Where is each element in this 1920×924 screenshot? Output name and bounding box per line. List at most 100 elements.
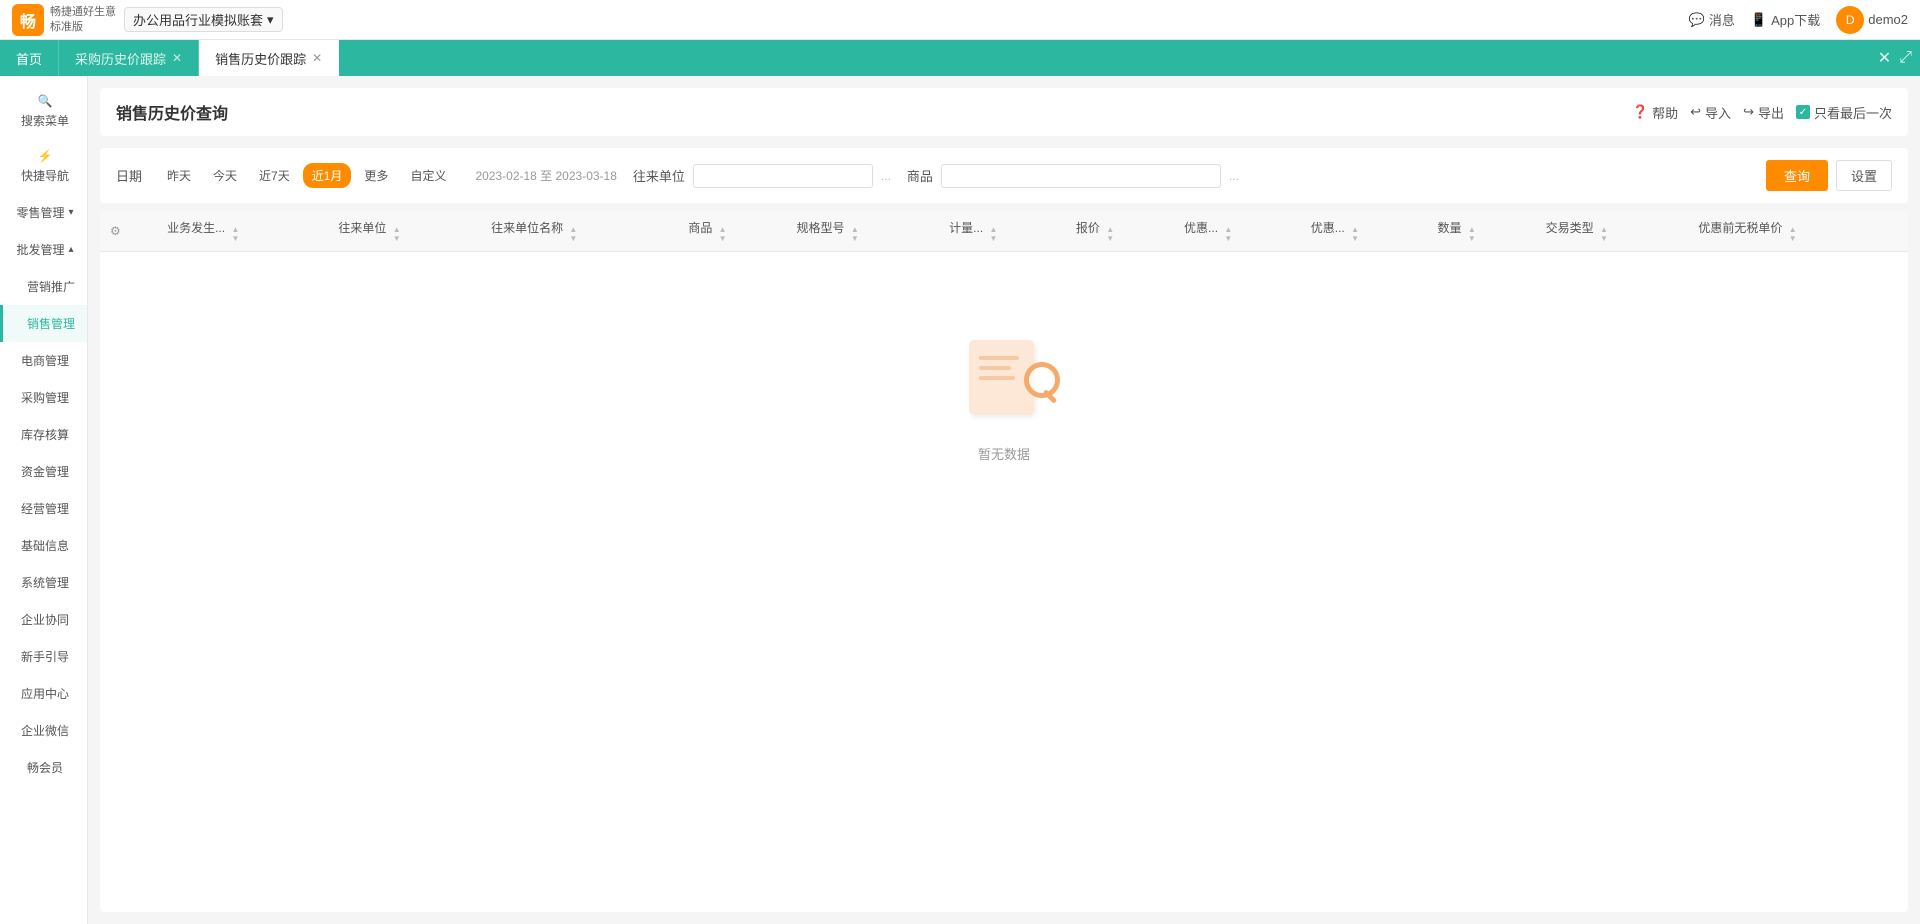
- tab-sales-history[interactable]: 销售历史价跟踪 ✕: [199, 40, 339, 76]
- sort-icon: ▲ ▼: [1789, 226, 1797, 243]
- logo-icon: 畅: [12, 4, 44, 36]
- filter-actions: 查询 设置: [1766, 160, 1892, 191]
- setting-button[interactable]: 设置: [1836, 160, 1892, 191]
- sidebar-item-inventory[interactable]: 库存核算: [0, 416, 87, 453]
- sort-icon: ▲ ▼: [1106, 226, 1114, 243]
- col-spec[interactable]: 规格型号 ▲ ▼: [786, 211, 939, 252]
- partner-filter-input[interactable]: [693, 164, 873, 188]
- col-product[interactable]: 商品 ▲ ▼: [678, 211, 786, 252]
- tab-home[interactable]: 首页: [0, 40, 59, 76]
- sort-icon: ▲ ▼: [231, 226, 239, 243]
- export-button[interactable]: ↪ 导出: [1743, 103, 1784, 122]
- tab-bar: 首页 采购历史价跟踪 ✕ 销售历史价跟踪 ✕ ✕ ⤢: [0, 40, 1920, 76]
- help-icon: ❓: [1632, 104, 1648, 120]
- sidebar-item-sales-mgmt[interactable]: 销售管理: [0, 305, 87, 342]
- filter-btn-yesterday[interactable]: 昨天: [158, 163, 200, 188]
- query-button[interactable]: 查询: [1766, 160, 1828, 191]
- sort-icon: ▲ ▼: [719, 226, 727, 243]
- nav-icon: ⚡: [38, 149, 53, 163]
- table-container: ⚙ 业务发生... ▲ ▼ 往来单位 ▲: [100, 211, 1908, 912]
- date-filter-label: 日期: [116, 166, 142, 185]
- col-gear[interactable]: ⚙: [100, 211, 157, 252]
- help-button[interactable]: ❓ 帮助: [1632, 103, 1678, 122]
- filter-btn-1month[interactable]: 近1月: [303, 163, 352, 188]
- logo-area: 畅 畅捷通好生意 标准版: [12, 4, 116, 36]
- table-header-row: ⚙ 业务发生... ▲ ▼ 往来单位 ▲: [100, 211, 1908, 252]
- message-icon: 💬: [1689, 12, 1705, 28]
- col-quantity[interactable]: 数量 ▲ ▼: [1427, 211, 1535, 252]
- sidebar-item-wholesale-mgmt[interactable]: 批发管理 ▴: [0, 231, 87, 268]
- col-pre-discount-price[interactable]: 优惠前无税单价 ▲ ▼: [1688, 211, 1908, 252]
- sidebar-item-search[interactable]: 🔍 搜索菜单: [0, 84, 87, 139]
- tab-maximize-button[interactable]: ⤢: [1899, 49, 1912, 67]
- page-header: 销售历史价查询 ❓ 帮助 ↩ 导入 ↪ 导出 ✓ 只看最后一次: [100, 88, 1908, 136]
- filter-btn-custom[interactable]: 自定义: [401, 163, 455, 188]
- chevron-down-icon: ▾: [68, 207, 73, 218]
- filter-area: 日期 昨天 今天 近7天 近1月 更多 自定义 2023-02-18 至 202…: [100, 148, 1908, 203]
- empty-text: 暂无数据: [978, 444, 1030, 463]
- sort-icon: ▲ ▼: [851, 226, 859, 243]
- main-layout: 🔍 搜索菜单 ⚡ 快捷导航 零售管理 ▾ 批发管理 ▴ 营销推广 销售管理 电商…: [0, 76, 1920, 924]
- download-icon: 📱: [1751, 12, 1767, 28]
- sort-icon: ▲ ▼: [1351, 226, 1359, 243]
- sort-icon: ▲ ▼: [569, 226, 577, 243]
- user-menu[interactable]: D demo2: [1836, 6, 1908, 34]
- tab-purchase-history[interactable]: 采购历史价跟踪 ✕: [59, 40, 199, 76]
- sidebar-item-app-center[interactable]: 应用中心: [0, 675, 87, 712]
- col-trade-type[interactable]: 交易类型 ▲ ▼: [1536, 211, 1689, 252]
- partner-filter-group: 往来单位 ...: [633, 164, 891, 188]
- gear-icon[interactable]: ⚙: [110, 224, 121, 238]
- empty-state-cell: 暂无数据: [100, 252, 1908, 544]
- filter-btn-today[interactable]: 今天: [204, 163, 246, 188]
- sidebar-item-corp-wechat[interactable]: 企业微信: [0, 712, 87, 749]
- product-filter-group: 商品 ...: [907, 164, 1239, 188]
- sidebar-item-quick-nav[interactable]: ⚡ 快捷导航: [0, 139, 87, 194]
- col-unit[interactable]: 计量... ▲ ▼: [939, 211, 1066, 252]
- col-biz-date[interactable]: 业务发生... ▲ ▼: [157, 211, 328, 252]
- tab-close-sales[interactable]: ✕: [312, 51, 322, 65]
- product-filter-label: 商品: [907, 166, 933, 185]
- product-filter-input[interactable]: [941, 164, 1221, 188]
- sidebar-item-purchase-mgmt[interactable]: 采购管理: [0, 379, 87, 416]
- import-button[interactable]: ↩ 导入: [1690, 103, 1731, 122]
- logo-text: 畅捷通好生意 标准版: [50, 5, 116, 34]
- sidebar-item-finance[interactable]: 资金管理: [0, 453, 87, 490]
- search-circle: [1024, 362, 1060, 398]
- col-discount2[interactable]: 优惠... ▲ ▼: [1301, 211, 1428, 252]
- sidebar-item-newbie[interactable]: 新手引导: [0, 638, 87, 675]
- sort-icon: ▲ ▼: [990, 226, 998, 243]
- table-body: 暂无数据: [100, 252, 1908, 544]
- sort-icon: ▲ ▼: [1224, 226, 1232, 243]
- partner-filter-dots: ...: [881, 169, 891, 183]
- sidebar-item-ops-mgmt[interactable]: 经营管理: [0, 490, 87, 527]
- export-icon: ↪: [1743, 104, 1754, 120]
- sidebar-item-retail-mgmt[interactable]: 零售管理 ▾: [0, 194, 87, 231]
- sidebar-item-member[interactable]: 畅会员: [0, 749, 87, 786]
- import-icon: ↩: [1690, 104, 1701, 120]
- sidebar-item-basic-info[interactable]: 基础信息: [0, 527, 87, 564]
- filter-row: 日期 昨天 今天 近7天 近1月 更多 自定义 2023-02-18 至 202…: [116, 160, 1892, 191]
- filter-btn-last7days[interactable]: 近7天: [250, 163, 299, 188]
- sidebar-item-enterprise[interactable]: 企业协同: [0, 601, 87, 638]
- checkbox-icon: ✓: [1796, 105, 1810, 119]
- filter-btn-more[interactable]: 更多: [355, 163, 397, 188]
- only-latest-checkbox[interactable]: ✓ 只看最后一次: [1796, 103, 1892, 122]
- tab-close-all-button[interactable]: ✕: [1878, 48, 1891, 68]
- col-discount1[interactable]: 优惠... ▲ ▼: [1174, 211, 1301, 252]
- chevron-up-icon: ▴: [68, 244, 73, 255]
- data-table: ⚙ 业务发生... ▲ ▼ 往来单位 ▲: [100, 211, 1908, 543]
- col-partner-name[interactable]: 往来单位名称 ▲ ▼: [481, 211, 678, 252]
- sidebar-item-ecom-mgmt[interactable]: 电商管理: [0, 342, 87, 379]
- app-download-button[interactable]: 📱 App下载: [1751, 10, 1820, 29]
- sidebar-item-marketing[interactable]: 营销推广: [0, 268, 87, 305]
- app-selector[interactable]: 办公用品行业模拟账套 ▾: [124, 7, 283, 32]
- tab-bar-actions: ✕ ⤢: [1870, 40, 1920, 76]
- col-quote[interactable]: 报价 ▲ ▼: [1066, 211, 1174, 252]
- sidebar-item-system-mgmt[interactable]: 系统管理: [0, 564, 87, 601]
- col-partner-code[interactable]: 往来单位 ▲ ▼: [328, 211, 481, 252]
- tab-close-purchase[interactable]: ✕: [172, 51, 182, 65]
- date-range-display: 2023-02-18 至 2023-03-18: [475, 167, 616, 184]
- message-button[interactable]: 💬 消息: [1689, 10, 1735, 29]
- table-header: ⚙ 业务发生... ▲ ▼ 往来单位 ▲: [100, 211, 1908, 252]
- avatar: D: [1836, 6, 1864, 34]
